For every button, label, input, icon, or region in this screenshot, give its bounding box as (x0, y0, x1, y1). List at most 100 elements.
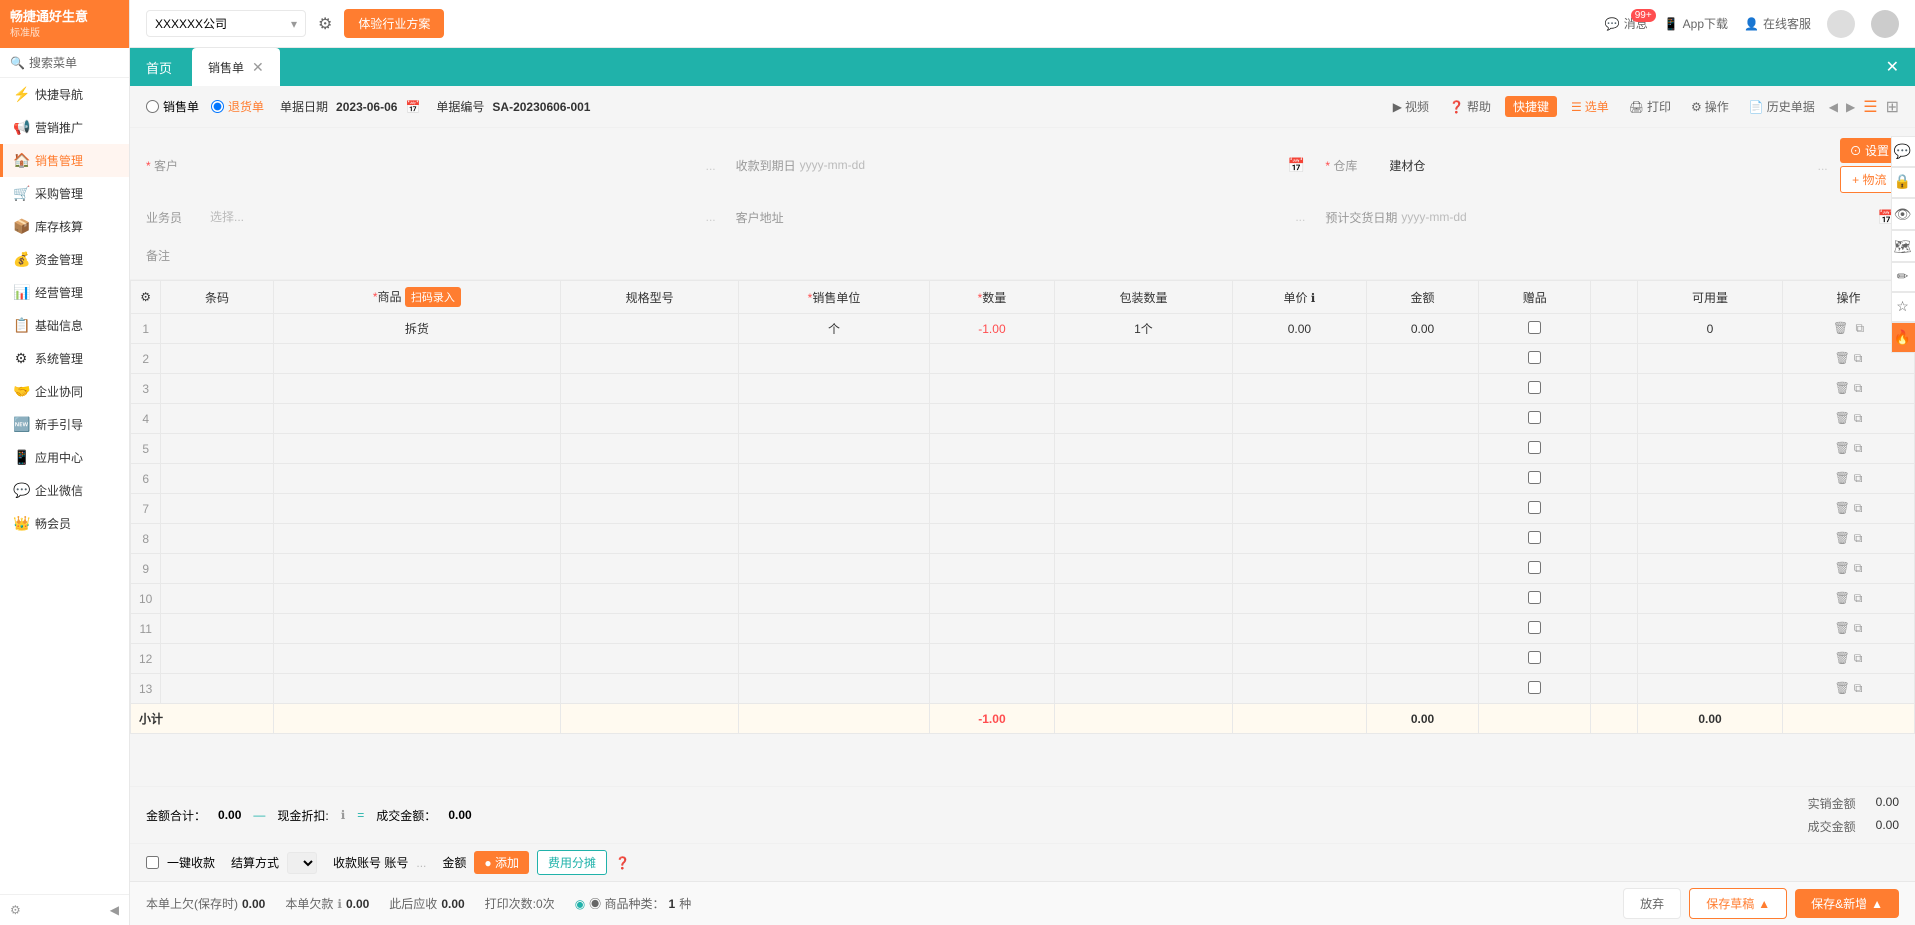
copy-icon[interactable]: ⧉ (1854, 411, 1863, 425)
warehouse-input[interactable]: 建材仓 (1385, 155, 1813, 177)
info-icon[interactable]: ℹ (341, 808, 346, 822)
sidebar-item-quick-nav[interactable]: ⚡ 快捷导航 (0, 78, 129, 111)
help-icon2[interactable]: ℹ (337, 897, 342, 911)
settlement-select[interactable] (287, 852, 317, 874)
save-draft-button[interactable]: 保存草稿 ▲ (1689, 888, 1787, 919)
remark-input[interactable] (206, 253, 720, 258)
delete-icon[interactable]: 🗑 (1835, 351, 1850, 365)
grid-view-icon[interactable]: ⊞ (1886, 97, 1899, 117)
sidebar-item-operations[interactable]: 📊 经营管理 (0, 276, 129, 309)
delete-icon[interactable]: 🗑 (1835, 501, 1850, 515)
sidebar-item-inventory[interactable]: 📦 库存核算 (0, 210, 129, 243)
sidebar-item-appstore[interactable]: 📱 应用中心 (0, 441, 129, 474)
delete-icon[interactable]: 🗑 (1833, 321, 1848, 335)
copy-icon[interactable]: ⧉ (1854, 501, 1863, 515)
expense-split-btn[interactable]: 费用分摊 (537, 850, 607, 875)
copy-icon[interactable]: ⧉ (1854, 471, 1863, 485)
sidebar-search[interactable]: 🔍 搜索菜单 (0, 48, 129, 78)
message-btn[interactable]: 💬 消息 99+ (1605, 15, 1648, 32)
expected-date-input[interactable]: yyyy-mm-dd (1397, 208, 1873, 227)
cell-product[interactable]: 拆货 (273, 314, 561, 344)
video-btn[interactable]: ▶ 视频 (1387, 96, 1435, 117)
one-key-pay-checkbox[interactable] (146, 856, 159, 869)
avatar[interactable] (1827, 10, 1855, 38)
tab-close-right-icon[interactable]: ✕ (1870, 57, 1915, 77)
sidebar-collapse-btn[interactable]: ◀ (110, 903, 119, 917)
delete-icon[interactable]: 🗑 (1835, 411, 1850, 425)
copy-icon[interactable]: ⧉ (1854, 591, 1863, 605)
account-dots[interactable]: ... (416, 856, 426, 870)
discard-button[interactable]: 放弃 (1623, 888, 1681, 919)
rfb-edit[interactable]: ✏ (1891, 262, 1915, 292)
sidebar-settings-btn[interactable]: ⚙ (10, 903, 21, 917)
cell-gift[interactable] (1479, 314, 1591, 344)
delete-icon[interactable]: 🗑 (1835, 621, 1850, 635)
copy-icon[interactable]: ⧉ (1854, 381, 1863, 395)
rfb-star[interactable]: ☆ (1891, 292, 1915, 322)
customer-input[interactable] (206, 163, 702, 168)
save-new-button[interactable]: 保存&新增 ▲ (1795, 889, 1899, 918)
delete-icon[interactable]: 🗑 (1835, 591, 1850, 605)
customer-addr-input[interactable] (796, 215, 1292, 220)
sidebar-item-finance[interactable]: 💰 资金管理 (0, 243, 129, 276)
sidebar-item-sales[interactable]: 🏠 销售管理 (0, 144, 129, 177)
copy-icon[interactable]: ⧉ (1854, 351, 1863, 365)
sidebar-item-guide[interactable]: 🆕 新手引导 (0, 408, 129, 441)
chevron-up-icon2[interactable]: ▲ (1871, 897, 1883, 911)
scan-button[interactable]: 扫码录入 (405, 287, 461, 307)
delete-icon[interactable]: 🗑 (1835, 531, 1850, 545)
sidebar-item-wechat[interactable]: 💬 企业微信 (0, 474, 129, 507)
rfb-chat[interactable]: 💬 (1891, 136, 1915, 167)
copy-icon[interactable]: ⧉ (1854, 621, 1863, 635)
cell-barcode[interactable] (161, 314, 273, 344)
delete-icon[interactable]: 🗑 (1835, 561, 1850, 575)
calendar-icon[interactable]: 📅 (405, 100, 420, 114)
customer-dots-btn[interactable]: ... (702, 159, 720, 173)
app-download-btn[interactable]: 📱 App下载 (1664, 15, 1728, 32)
th-gear[interactable]: ⚙ (131, 281, 161, 314)
delete-icon[interactable]: 🗑 (1835, 651, 1850, 665)
copy-icon[interactable]: ⧉ (1854, 561, 1863, 575)
rfb-lock[interactable]: 🔒 (1891, 167, 1915, 198)
salesperson-dots-btn[interactable]: ... (702, 210, 720, 224)
chevron-up-icon[interactable]: ▲ (1758, 897, 1770, 911)
cell-price[interactable]: 0.00 (1232, 314, 1366, 344)
add-payment-btn[interactable]: ● 添加 (474, 851, 529, 874)
trial-button[interactable]: 体验行业方案 (344, 9, 444, 38)
gear-icon[interactable]: ⚙ (318, 14, 332, 34)
sidebar-item-purchase[interactable]: 🛒 采购管理 (0, 177, 129, 210)
customer-addr-dots-btn[interactable]: ... (1291, 210, 1309, 224)
copy-icon[interactable]: ⧉ (1856, 321, 1865, 335)
sidebar-item-marketing[interactable]: 📢 营销推广 (0, 111, 129, 144)
list-view-icon[interactable]: ☰ (1863, 97, 1877, 117)
cell-unit[interactable]: 个 (739, 314, 930, 344)
due-date-input[interactable]: yyyy-mm-dd (796, 156, 1284, 175)
delete-icon[interactable]: 🗑 (1835, 381, 1850, 395)
cell-qty[interactable]: -1.00 (929, 314, 1054, 344)
calendar-due-icon[interactable]: 📅 (1284, 157, 1309, 174)
print-btn[interactable]: 🖨 打印 (1623, 96, 1677, 117)
tab-home[interactable]: 首页 (130, 48, 188, 86)
choose-btn[interactable]: ☰ 选单 (1565, 96, 1615, 117)
service-btn[interactable]: 👤 在线客服 (1744, 15, 1811, 32)
avatar-2[interactable] (1871, 10, 1899, 38)
cell-pack-qty[interactable]: 1个 (1054, 314, 1232, 344)
copy-icon[interactable]: ⧉ (1854, 531, 1863, 545)
copy-icon[interactable]: ⧉ (1854, 441, 1863, 455)
radio-sales-order[interactable]: 销售单 (146, 98, 199, 115)
rfb-eye[interactable]: 👁 (1891, 198, 1915, 230)
tab-sales-order[interactable]: 销售单 ✕ (192, 48, 280, 86)
shortcut-btn[interactable]: 快捷键 (1505, 96, 1557, 117)
sidebar-item-system[interactable]: ⚙ 系统管理 (0, 342, 129, 375)
company-selector[interactable]: XXXXXX公司 ▾ (146, 10, 306, 37)
rfb-fire[interactable]: 🔥 (1891, 322, 1915, 353)
nav-prev-icon[interactable]: ◀ (1829, 100, 1838, 114)
radio-return-order[interactable]: 退货单 (211, 98, 264, 115)
sidebar-item-collab[interactable]: 🤝 企业协同 (0, 375, 129, 408)
warehouse-dots-btn[interactable]: ... (1814, 159, 1832, 173)
sidebar-item-vip[interactable]: 👑 畅会员 (0, 507, 129, 540)
cell-spec[interactable] (561, 314, 739, 344)
sidebar-item-basics[interactable]: 📋 基础信息 (0, 309, 129, 342)
copy-icon[interactable]: ⧉ (1854, 651, 1863, 665)
delete-icon[interactable]: 🗑 (1835, 471, 1850, 485)
